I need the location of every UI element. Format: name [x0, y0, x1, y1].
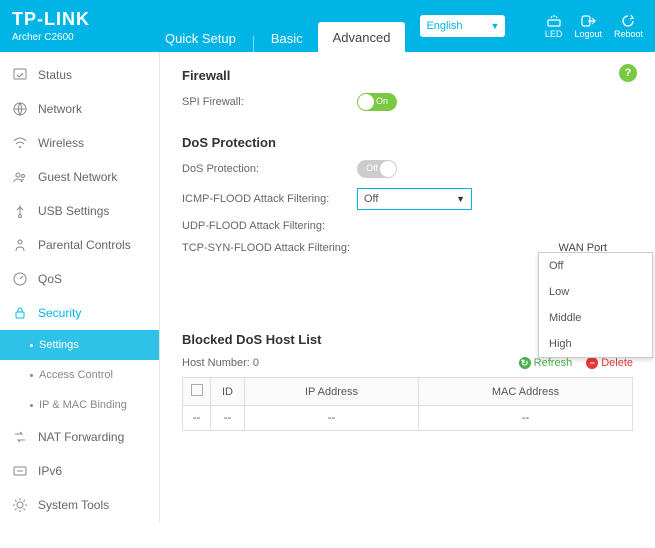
- sidebar-item-ipv6[interactable]: IPv6: [0, 454, 159, 488]
- bullet-icon: [30, 404, 33, 407]
- brand-model: Archer C2600: [12, 32, 90, 43]
- dropdown-option-off[interactable]: Off: [539, 253, 652, 279]
- chevron-down-icon: ▼: [491, 21, 500, 31]
- select-all-checkbox[interactable]: [191, 384, 203, 396]
- spi-firewall-label: SPI Firewall:: [182, 96, 357, 108]
- sidebar-sub-ip-mac-binding[interactable]: IP & MAC Binding: [0, 390, 159, 420]
- help-icon[interactable]: ?: [619, 64, 637, 82]
- blocked-hosts-table: ID IP Address MAC Address -- -- -- --: [182, 377, 633, 431]
- table-row: -- -- -- --: [183, 406, 633, 431]
- dropdown-option-high[interactable]: High: [539, 331, 652, 357]
- main-panel: ? Firewall SPI Firewall: On DoS Protecti…: [160, 52, 655, 522]
- bullet-icon: [30, 344, 33, 347]
- sidebar-item-system-tools[interactable]: System Tools: [0, 488, 159, 522]
- dos-protection-toggle[interactable]: Off: [357, 160, 397, 178]
- tab-basic[interactable]: Basic: [256, 24, 318, 52]
- icmp-flood-dropdown: Off Low Middle High: [538, 252, 653, 358]
- firewall-title: Firewall: [182, 68, 633, 83]
- top-bar: TP-LINK Archer C2600 Quick Setup Basic A…: [0, 0, 655, 52]
- bullet-icon: [30, 374, 33, 377]
- sidebar-item-guest-network[interactable]: Guest Network: [0, 160, 159, 194]
- dos-protection-label: DoS Protection:: [182, 163, 357, 175]
- sidebar-item-status[interactable]: Status: [0, 58, 159, 92]
- delete-icon: −: [586, 357, 598, 369]
- host-number-value: 0: [253, 357, 259, 369]
- sidebar-sub-access-control[interactable]: Access Control: [0, 360, 159, 390]
- sidebar-item-security[interactable]: Security: [0, 296, 159, 330]
- dos-title: DoS Protection: [182, 135, 633, 150]
- tab-separator: [253, 36, 254, 52]
- icmp-flood-label: ICMP-FLOOD Attack Filtering:: [182, 193, 357, 205]
- reboot-button[interactable]: Reboot: [614, 14, 643, 39]
- sidebar-sub-settings[interactable]: Settings: [0, 330, 159, 360]
- tab-advanced[interactable]: Advanced: [318, 22, 406, 52]
- dropdown-option-middle[interactable]: Middle: [539, 305, 652, 331]
- sidebar-item-usb-settings[interactable]: USB Settings: [0, 194, 159, 228]
- col-ip: IP Address: [245, 378, 419, 406]
- language-value: English: [426, 20, 462, 32]
- spi-firewall-toggle[interactable]: On: [357, 93, 397, 111]
- refresh-button[interactable]: ↻Refresh: [519, 357, 573, 369]
- sidebar-item-qos[interactable]: QoS: [0, 262, 159, 296]
- host-number-label: Host Number:: [182, 357, 250, 369]
- sidebar-item-nat-forwarding[interactable]: NAT Forwarding: [0, 420, 159, 454]
- tcp-syn-flood-label: TCP-SYN-FLOOD Attack Filtering:: [182, 242, 357, 254]
- sidebar: Status Network Wireless Guest Network US…: [0, 52, 160, 522]
- sidebar-item-network[interactable]: Network: [0, 92, 159, 126]
- refresh-icon: ↻: [519, 357, 531, 369]
- brand-name: TP-LINK: [12, 9, 90, 30]
- main-tabs: Quick Setup Basic Advanced: [150, 0, 405, 52]
- top-icons: LED Logout Reboot: [545, 14, 643, 39]
- delete-button[interactable]: −Delete: [586, 357, 633, 369]
- dropdown-option-low[interactable]: Low: [539, 279, 652, 305]
- sidebar-item-parental-controls[interactable]: Parental Controls: [0, 228, 159, 262]
- col-mac: MAC Address: [419, 378, 633, 406]
- logout-button[interactable]: Logout: [574, 14, 602, 39]
- tab-quick-setup[interactable]: Quick Setup: [150, 24, 251, 52]
- led-button[interactable]: LED: [545, 14, 563, 39]
- language-select[interactable]: English ▼: [420, 15, 505, 37]
- col-id: ID: [211, 378, 245, 406]
- brand: TP-LINK Archer C2600: [12, 9, 90, 43]
- udp-flood-label: UDP-FLOOD Attack Filtering:: [182, 220, 357, 232]
- icmp-flood-select[interactable]: Off▼: [357, 188, 472, 210]
- chevron-down-icon: ▼: [456, 194, 465, 204]
- sidebar-item-wireless[interactable]: Wireless: [0, 126, 159, 160]
